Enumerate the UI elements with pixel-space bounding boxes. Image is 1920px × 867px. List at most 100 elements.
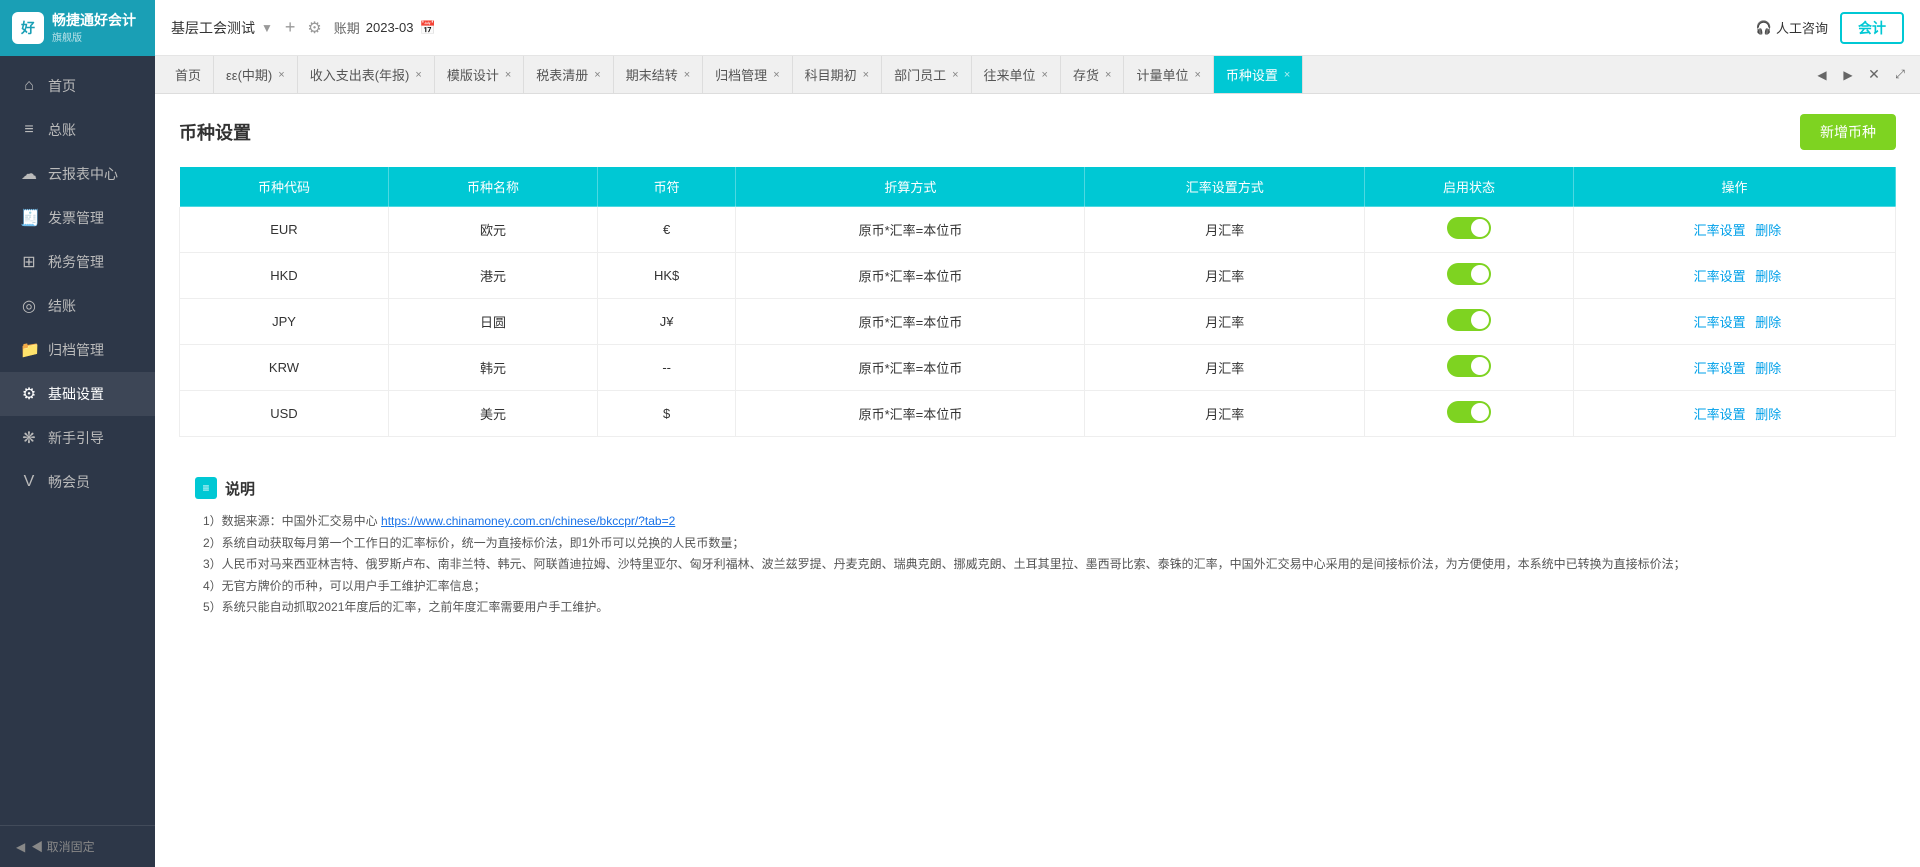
tab-close-icon[interactable]: × [952,69,958,81]
tab-label: 收入支出表(年报) [310,65,410,84]
cell-code: EUR [180,207,389,253]
notes-header: ≡ 说明 [195,477,1880,499]
sidebar-item-label: 归档管理 [48,340,104,360]
tab-income[interactable]: 收入支出表(年报) × [298,56,435,94]
toggle-thumb [1471,219,1489,237]
main-area: 基层工会测试 ▼ + ⚙ 账期 2023-03 📅 🎧 人工咨询 会计 首页 ε… [155,0,1920,867]
tabbar: 首页 εε(中期) × 收入支出表(年报) × 模版设计 × 税表清册 × 期末… [155,56,1920,94]
sidebar-item-label: 税务管理 [48,252,104,272]
tab-label: 存货 [1073,65,1099,84]
tab-close-icon[interactable]: × [505,69,511,81]
tab-currency[interactable]: 币种设置 × [1214,56,1303,94]
delete-link[interactable]: 删除 [1755,361,1781,376]
notes-link[interactable]: https://www.chinamoney.com.cn/chinese/bk… [381,514,675,528]
sidebar-item-ledger[interactable]: ≡ 总账 [0,108,155,152]
sidebar-item-label: 总账 [48,120,76,140]
cell-calc: 原币*汇率=本位币 [736,299,1085,345]
page-title: 币种设置 [179,119,251,145]
calendar-icon[interactable]: 📅 [419,20,435,36]
help-button[interactable]: 🎧 人工咨询 [1756,18,1828,37]
tab-close-icon[interactable]: × [594,69,600,81]
tab-close-icon[interactable]: × [1194,69,1200,81]
col-rate-type: 汇率设置方式 [1085,167,1365,207]
toggle-thumb [1471,403,1489,421]
period-value: 2023-03 [366,20,414,35]
table-row: KRW 韩元 -- 原币*汇率=本位币 月汇率 汇率设置 删除 [180,345,1896,391]
cell-name: 欧元 [388,207,597,253]
delete-link[interactable]: 删除 [1755,269,1781,284]
tab-inventory[interactable]: 存货 × [1061,56,1124,94]
tab-close-icon[interactable]: × [1284,69,1290,81]
toggle-switch[interactable] [1447,309,1491,331]
rate-settings-link[interactable]: 汇率设置 [1694,315,1746,330]
rate-settings-link[interactable]: 汇率设置 [1694,223,1746,238]
sidebar-item-checkout[interactable]: ◎ 结账 [0,284,155,328]
tab-expand-btn[interactable]: ⤢ [1888,63,1912,87]
toggle-switch[interactable] [1447,401,1491,423]
cell-actions: 汇率设置 删除 [1573,345,1895,391]
tab-close-icon[interactable]: × [773,69,779,81]
add-tab-btn[interactable]: + [285,17,296,38]
sidebar-item-label: 基础设置 [48,384,104,404]
cell-code: HKD [180,253,389,299]
toggle-switch[interactable] [1447,263,1491,285]
app-name: 畅捷通好会计 [52,12,136,29]
cell-rate-type: 月汇率 [1085,207,1365,253]
cell-calc: 原币*汇率=本位币 [736,345,1085,391]
settings-gear-icon[interactable]: ⚙ [307,18,321,38]
table-row: JPY 日圆 J¥ 原币*汇率=本位币 月汇率 汇率设置 删除 [180,299,1896,345]
new-currency-button[interactable]: 新增币种 [1800,114,1896,150]
tab-prev-btn[interactable]: ◀ [1810,63,1834,87]
tab-dept[interactable]: 部门员工 × [882,56,971,94]
tab-taxlist[interactable]: 税表清册 × [524,56,613,94]
tab-close-all-btn[interactable]: ✕ [1862,63,1886,87]
tab-label: 模版设计 [447,65,499,84]
tab-home[interactable]: 首页 [163,56,214,94]
sidebar-item-invoice[interactable]: 🧾 发票管理 [0,196,155,240]
tab-close-icon[interactable]: × [684,69,690,81]
tab-close-icon[interactable]: × [278,69,284,81]
cell-rate-type: 月汇率 [1085,345,1365,391]
tab-template[interactable]: 模版设计 × [435,56,524,94]
cell-status [1365,345,1574,391]
tab-period-close[interactable]: 期末结转 × [614,56,703,94]
sidebar-item-member[interactable]: V 畅会员 [0,460,155,504]
sidebar-item-archive[interactable]: 📁 归档管理 [0,328,155,372]
delete-link[interactable]: 删除 [1755,315,1781,330]
rate-settings-link[interactable]: 汇率设置 [1694,269,1746,284]
toggle-switch[interactable] [1447,217,1491,239]
rate-settings-link[interactable]: 汇率设置 [1694,407,1746,422]
logo-icon: 好 [12,12,44,44]
tab-close-icon[interactable]: × [1105,69,1111,81]
page-content: 币种设置 新增币种 币种代码 币种名称 币符 折算方式 汇率设置方式 启用状态 … [155,94,1920,867]
tab-subject[interactable]: 科目期初 × [793,56,882,94]
notes-item: 2）系统自动获取每月第一个工作日的汇率标价，统一为直接标价法，即1外币可以兑换的… [203,533,1880,555]
account-button[interactable]: 会计 [1840,12,1904,44]
tab-label: 期末结转 [626,65,678,84]
toggle-track [1447,401,1491,423]
sidebar-item-tax[interactable]: ⊞ 税务管理 [0,240,155,284]
table-row: USD 美元 $ 原币*汇率=本位币 月汇率 汇率设置 删除 [180,391,1896,437]
sidebar-item-reports[interactable]: ☁ 云报表中心 [0,152,155,196]
toggle-switch[interactable] [1447,355,1491,377]
collapse-sidebar-btn[interactable]: ◀ ◀ 取消固定 [0,825,155,867]
tab-client[interactable]: 往来单位 × [972,56,1061,94]
tab-close-icon[interactable]: × [863,69,869,81]
tab-unit[interactable]: 计量单位 × [1124,56,1213,94]
delete-link[interactable]: 删除 [1755,407,1781,422]
tab-label: 计量单位 [1136,65,1188,84]
sidebar-item-guide[interactable]: ❋ 新手引导 [0,416,155,460]
invoice-icon: 🧾 [20,208,38,228]
tab-next-btn[interactable]: ▶ [1836,63,1860,87]
company-selector[interactable]: 基层工会测试 ▼ [171,18,273,38]
sidebar-item-settings[interactable]: ⚙ 基础设置 [0,372,155,416]
tab-close-icon[interactable]: × [415,69,421,81]
tab-close-icon[interactable]: × [1042,69,1048,81]
delete-link[interactable]: 删除 [1755,223,1781,238]
tab-archive[interactable]: 归档管理 × [703,56,792,94]
sidebar-item-home[interactable]: ⌂ 首页 [0,64,155,108]
sidebar-item-label: 结账 [48,296,76,316]
rate-settings-link[interactable]: 汇率设置 [1694,361,1746,376]
tab-period[interactable]: εε(中期) × [214,56,298,94]
cell-calc: 原币*汇率=本位币 [736,391,1085,437]
